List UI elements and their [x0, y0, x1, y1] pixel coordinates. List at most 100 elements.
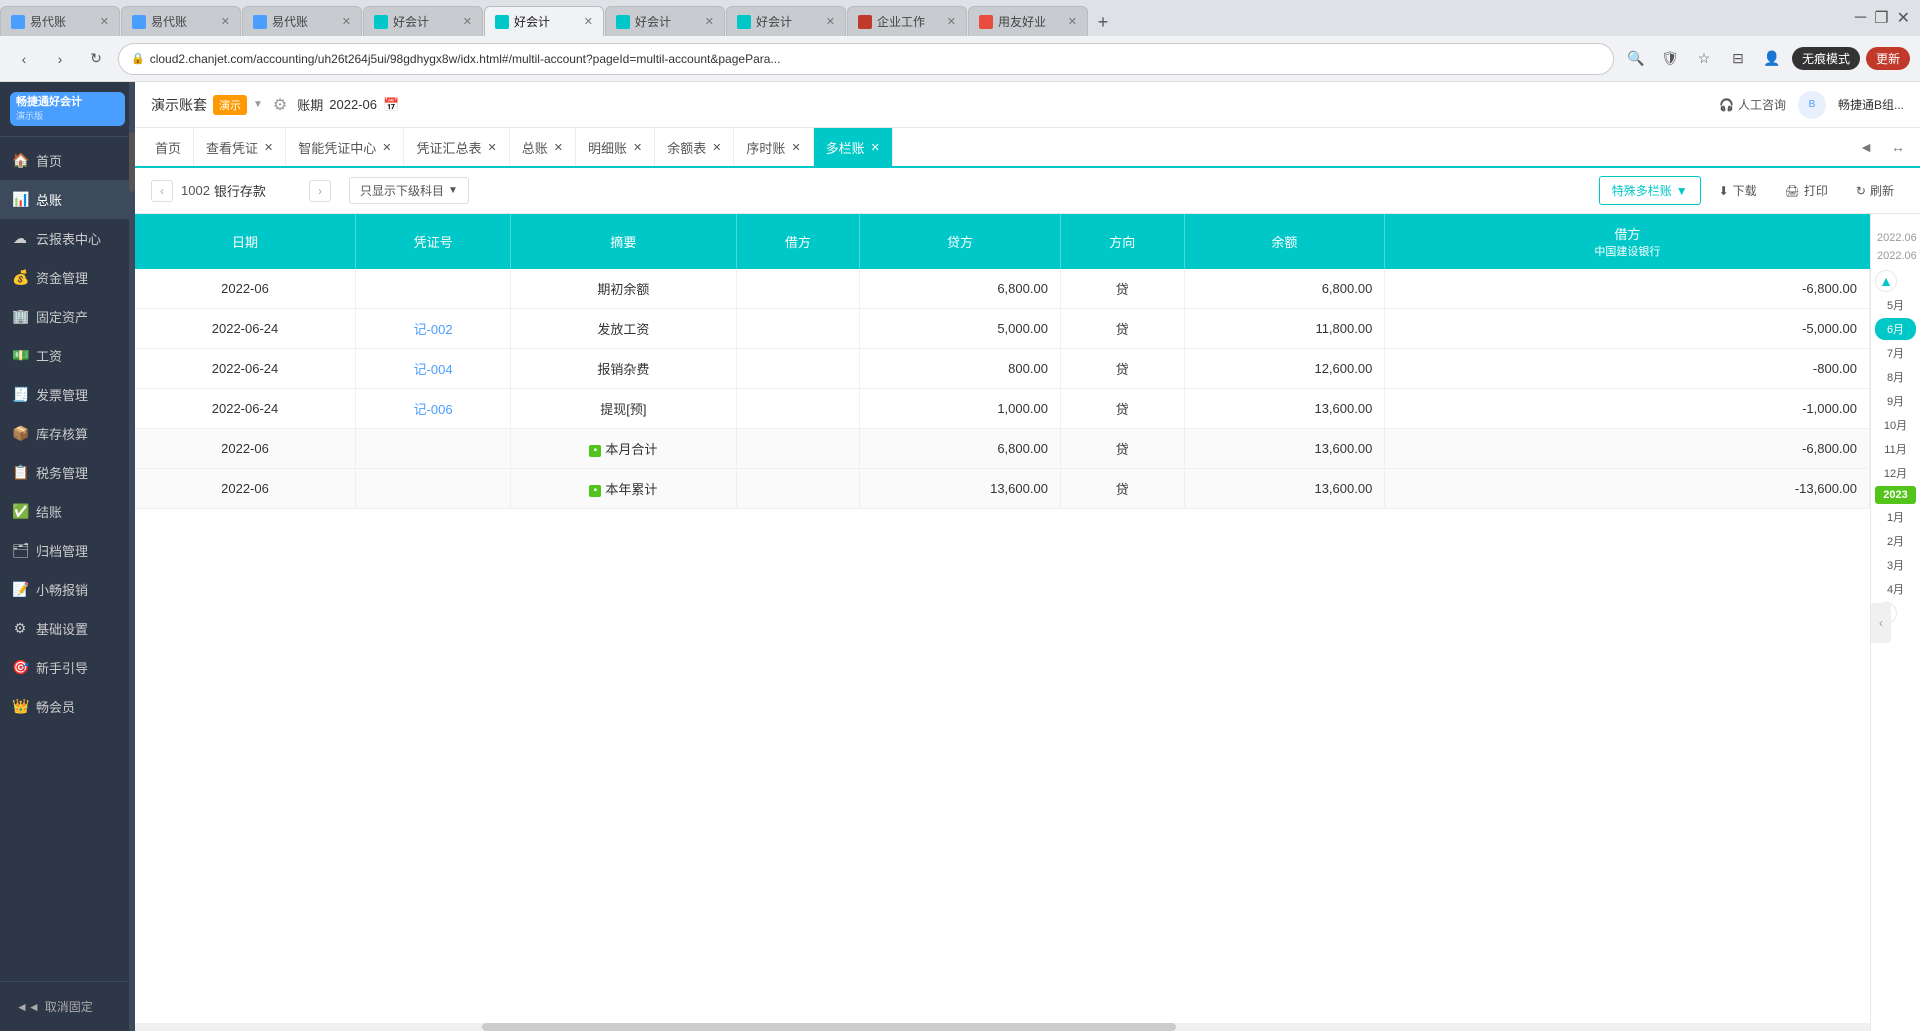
time-item-feb-2023[interactable]: 2月 — [1875, 530, 1916, 552]
unpin-button[interactable]: ◄◄ 取消固定 — [10, 992, 125, 1021]
split-screen-icon[interactable]: ⊟ — [1724, 45, 1752, 73]
tab-balance-table[interactable]: 余额表 ✕ — [655, 128, 734, 167]
filter-button[interactable]: 只显示下级科目 ▼ — [349, 177, 469, 204]
col-sub-debit: 借方 中国建设银行 — [1385, 214, 1870, 269]
browser-tab-9[interactable]: 用友好业 ✕ — [968, 6, 1088, 36]
reports-icon: ☁ — [12, 230, 28, 247]
time-item-mar-2023[interactable]: 3月 — [1875, 554, 1916, 576]
right-panel-collapse-button[interactable]: ‹ — [1871, 603, 1891, 643]
time-item-sep[interactable]: 9月 — [1875, 390, 1916, 412]
sidebar-item-funds[interactable]: 💰 资金管理 — [0, 258, 135, 297]
tab-detail-ledger[interactable]: 明细账 ✕ — [576, 128, 655, 167]
sidebar-item-expense[interactable]: 📝 小畅报销 — [0, 570, 135, 609]
col-voucher: 凭证号 — [356, 214, 511, 269]
print-icon: 🖨 — [1785, 184, 1800, 198]
special-multi-button[interactable]: 特殊多栏账 ▼ — [1599, 176, 1701, 205]
expense-icon: 📝 — [12, 581, 28, 598]
sidebar-item-reports[interactable]: ☁ 云报表中心 — [0, 219, 135, 258]
browser-tab-7[interactable]: 好会计 ✕ — [726, 6, 846, 36]
time-item-may[interactable]: 5月 — [1875, 294, 1916, 316]
tab-expand-icon[interactable]: ↔ — [1884, 133, 1912, 161]
browser-tab-6[interactable]: 好会计 ✕ — [605, 6, 725, 36]
sidebar-item-ledger[interactable]: 📊 总账 — [0, 180, 135, 219]
archive-icon: 🗂 — [12, 542, 28, 559]
tab-view-voucher[interactable]: 查看凭证 ✕ — [194, 128, 286, 167]
tab-general-ledger[interactable]: 总账 ✕ — [510, 128, 576, 167]
right-time-panel: ‹ 2022.06 2022.06 ▲ 5月 6月 7月 8月 9月 10月 1… — [1870, 214, 1920, 1031]
col-summary: 摘要 — [511, 214, 736, 269]
tab-journal[interactable]: 序时账 ✕ — [734, 128, 813, 167]
col-credit: 贷方 — [860, 214, 1061, 269]
calendar-icon[interactable]: 📅 — [383, 97, 399, 113]
settings-gear-icon[interactable]: ⚙ — [273, 95, 287, 115]
sidebar-item-settings[interactable]: ⚙ 基础设置 — [0, 609, 135, 648]
logo-text: 畅捷通好会计 — [16, 96, 82, 109]
time-header-2022-2: 2022.06 — [1875, 248, 1916, 264]
sidebar-item-member[interactable]: 👑 畅会员 — [0, 687, 135, 726]
refresh-button[interactable]: ↻ 刷新 — [1846, 177, 1904, 204]
forward-button[interactable]: › — [46, 45, 74, 73]
close-button[interactable]: ✕ — [1897, 8, 1910, 28]
ledger-icon: 📊 — [12, 191, 28, 208]
funds-icon: 💰 — [12, 269, 28, 286]
sidebar-item-invoice[interactable]: 🧾 发票管理 — [0, 375, 135, 414]
search-icon[interactable]: 🔍 — [1622, 45, 1650, 73]
browser-tab-5[interactable]: 好会计 ✕ — [484, 6, 604, 36]
ledger-table: 日期 凭证号 摘要 借方 贷方 方向 余额 借方 中国建设银行 — [135, 214, 1870, 509]
time-item-aug[interactable]: 8月 — [1875, 366, 1916, 388]
tab-voucher-summary[interactable]: 凭证汇总表 ✕ — [404, 128, 509, 167]
address-bar-row: ‹ › ↻ 🔒 cloud2.chanjet.com/accounting/uh… — [0, 36, 1920, 82]
address-bar[interactable]: 🔒 cloud2.chanjet.com/accounting/uh26t264… — [118, 43, 1614, 75]
horizontal-scrollbar[interactable] — [135, 1023, 1870, 1031]
time-item-july[interactable]: 7月 — [1875, 342, 1916, 364]
new-tab-button[interactable]: + — [1089, 8, 1117, 36]
refresh-nav-button[interactable]: ↻ — [82, 45, 110, 73]
browser-tab-4[interactable]: 好会计 ✕ — [363, 6, 483, 36]
time-item-oct[interactable]: 10月 — [1875, 414, 1916, 436]
minimize-button[interactable]: ─ — [1855, 9, 1866, 27]
browser-tab-8[interactable]: 企业工作 ✕ — [847, 6, 967, 36]
sidebar-item-tax[interactable]: 📋 税务管理 — [0, 453, 135, 492]
update-button[interactable]: 更新 — [1866, 47, 1910, 70]
dropdown-arrow-icon[interactable]: ▼ — [253, 99, 263, 110]
sidebar-item-inventory[interactable]: 📦 库存核算 — [0, 414, 135, 453]
tab-bar: 易代账 ✕ 易代账 ✕ 易代账 ✕ 好会计 ✕ 好会计 ✕ 好会计 ✕ — [0, 0, 1845, 36]
scroll-up-button[interactable]: ▲ — [1875, 270, 1897, 292]
browser-tab-1[interactable]: 易代账 ✕ — [0, 6, 120, 36]
tab-home[interactable]: 首页 — [143, 128, 194, 167]
headset-icon: 🎧 — [1719, 98, 1734, 112]
tab-collapse-icon[interactable]: ◄ — [1852, 133, 1880, 161]
time-item-nov[interactable]: 11月 — [1875, 438, 1916, 460]
sidebar-item-salary[interactable]: 💵 工资 — [0, 336, 135, 375]
print-button[interactable]: 🖨 打印 — [1775, 177, 1838, 204]
back-button[interactable]: ‹ — [10, 45, 38, 73]
prev-account-button[interactable]: ‹ — [151, 180, 173, 202]
next-account-button[interactable]: › — [309, 180, 331, 202]
sidebar-item-home[interactable]: 🏠 首页 — [0, 141, 135, 180]
table-row: 2022-06-24 记-006 提现[预] 1,000.00 贷 13,600… — [135, 389, 1870, 429]
col-date: 日期 — [135, 214, 356, 269]
demo-badge: 演示 — [213, 95, 247, 115]
tab-multi-column[interactable]: 多栏账 ✕ — [814, 128, 893, 167]
time-item-apr-2023[interactable]: 4月 — [1875, 578, 1916, 600]
sidebar-item-archive[interactable]: 🗂 归档管理 — [0, 531, 135, 570]
time-item-june[interactable]: 6月 — [1875, 318, 1916, 340]
restore-button[interactable]: ❐ — [1874, 8, 1888, 28]
customer-service-button[interactable]: 🎧 人工咨询 — [1719, 96, 1786, 113]
salary-icon: 💵 — [12, 347, 28, 364]
sidebar-item-close[interactable]: ✅ 结账 — [0, 492, 135, 531]
incognito-button[interactable]: 无痕模式 — [1792, 47, 1860, 70]
browser-tab-3[interactable]: 易代账 ✕ — [242, 6, 362, 36]
profile-icon[interactable]: 👤 — [1758, 45, 1786, 73]
star-icon[interactable]: ☆ — [1690, 45, 1718, 73]
sidebar-item-guide[interactable]: 🎯 新手引导 — [0, 648, 135, 687]
download-button[interactable]: ⬇ 下载 — [1709, 177, 1767, 204]
shield-icon[interactable]: 🛡 — [1656, 45, 1684, 73]
user-avatar: B — [1798, 91, 1826, 119]
time-item-jan-2023[interactable]: 1月 — [1875, 506, 1916, 528]
time-item-dec[interactable]: 12月 — [1875, 462, 1916, 484]
sidebar: 畅捷通好会计 演示版 🏠 首页 📊 总账 ☁ 云报表中心 💰 资金管理 — [0, 82, 135, 1031]
browser-tab-2[interactable]: 易代账 ✕ — [121, 6, 241, 36]
tab-smart-voucher[interactable]: 智能凭证中心 ✕ — [286, 128, 404, 167]
sidebar-item-assets[interactable]: 🏢 固定资产 — [0, 297, 135, 336]
